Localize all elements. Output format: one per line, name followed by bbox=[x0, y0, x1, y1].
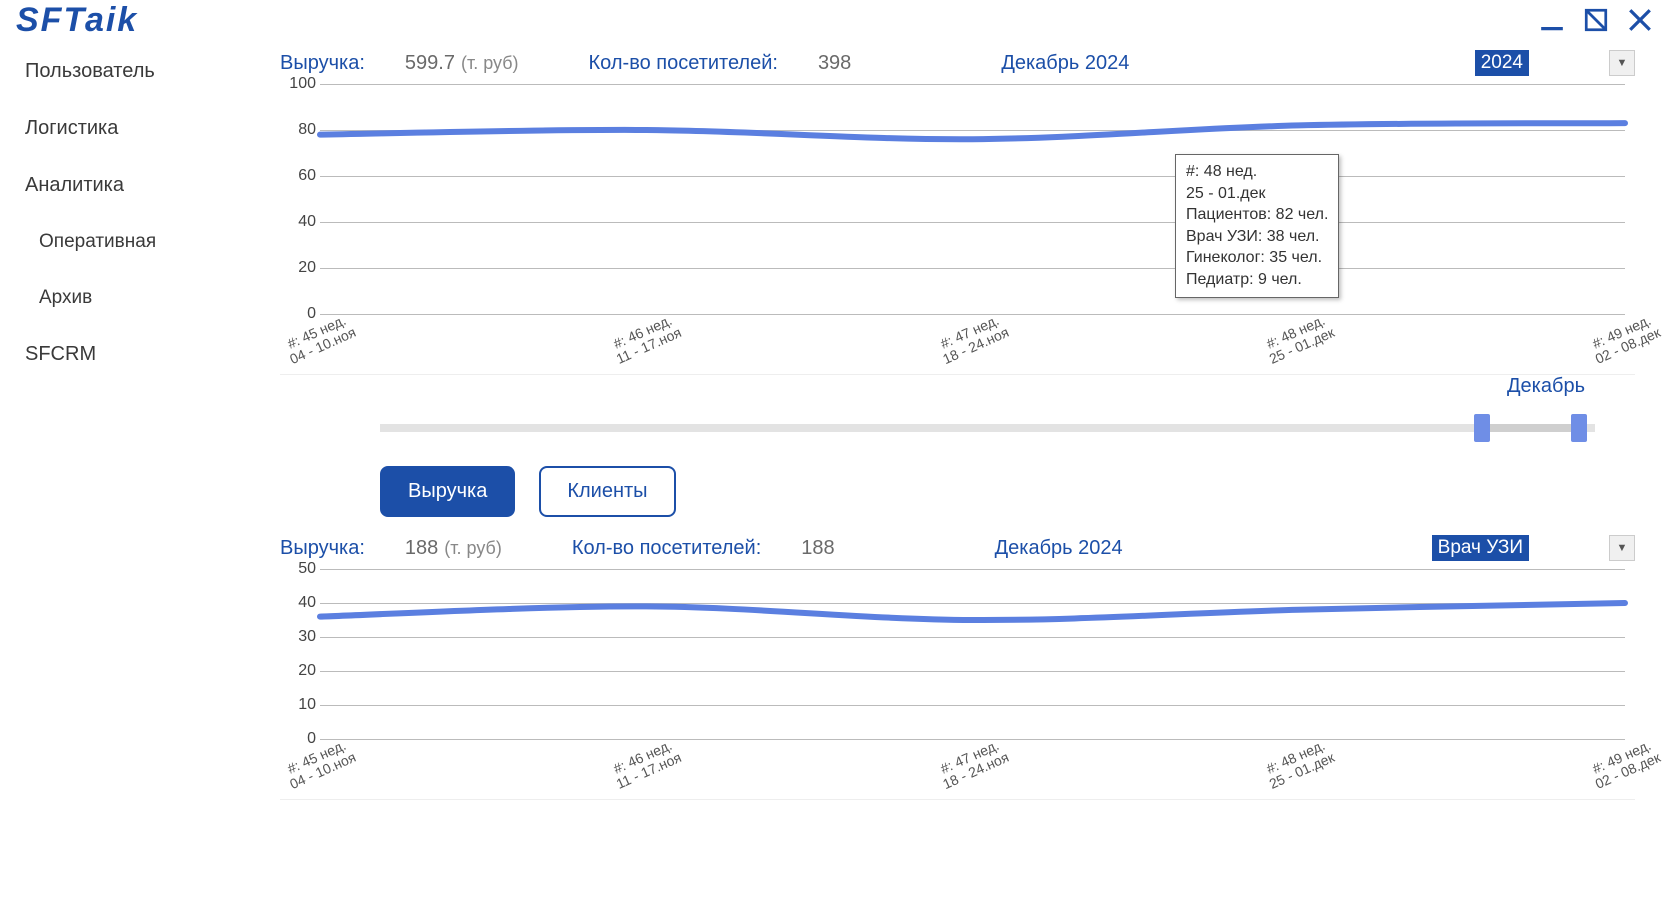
doctor-selected[interactable]: Врач УЗИ bbox=[1432, 535, 1529, 561]
tooltip-line: Педиатр: 9 чел. bbox=[1186, 269, 1328, 291]
sidebar-item-sfcrm[interactable]: SFCRM bbox=[25, 343, 250, 366]
minimize-icon[interactable] bbox=[1537, 5, 1567, 35]
chevron-down-icon[interactable]: ▼ bbox=[1609, 50, 1635, 76]
year-selected[interactable]: 2024 bbox=[1475, 50, 1529, 76]
doctor-selector: Врач УЗИ ▼ bbox=[1432, 535, 1635, 561]
slider-handle-left[interactable] bbox=[1474, 414, 1490, 442]
tooltip-line: 25 - 01.дек bbox=[1186, 183, 1328, 205]
slider-track bbox=[380, 424, 1595, 432]
revenue-label: Выручка: bbox=[280, 52, 365, 75]
slider-selection bbox=[1480, 424, 1577, 432]
stats-row-2: Выручка: 188 (т. руб) Кол-во посетителей… bbox=[280, 535, 1635, 561]
tooltip-line: #: 48 нед. bbox=[1186, 161, 1328, 183]
revenue-unit-2: (т. руб) bbox=[444, 538, 502, 559]
revenue-value-2: 188 bbox=[405, 537, 438, 560]
visitors-value-2: 188 bbox=[801, 537, 834, 560]
period-label: Декабрь 2024 bbox=[1001, 52, 1129, 75]
sidebar-item-archive[interactable]: Архив bbox=[25, 287, 250, 309]
sidebar-item-user[interactable]: Пользователь bbox=[25, 60, 250, 83]
close-icon[interactable] bbox=[1625, 5, 1655, 35]
chart-tooltip: #: 48 нед. 25 - 01.дек Пациентов: 82 чел… bbox=[1175, 154, 1339, 298]
revenue-label-2: Выручка: bbox=[280, 537, 365, 560]
year-selector: 2024 ▼ bbox=[1475, 50, 1635, 76]
revenue-unit: (т. руб) bbox=[461, 53, 519, 74]
sidebar-item-logistics[interactable]: Логистика bbox=[25, 117, 250, 140]
revenue-value: 599.7 bbox=[405, 52, 455, 75]
visitors-label-2: Кол-во посетителей: bbox=[572, 537, 761, 560]
tab-revenue[interactable]: Выручка bbox=[380, 466, 515, 517]
tooltip-line: Гинеколог: 35 чел. bbox=[1186, 247, 1328, 269]
period-label-2: Декабрь 2024 bbox=[995, 537, 1123, 560]
chevron-down-icon[interactable]: ▼ bbox=[1609, 535, 1635, 561]
app-logo: SFTaik bbox=[10, 1, 138, 40]
visitors-value: 398 bbox=[818, 52, 851, 75]
tabs: Выручка Клиенты bbox=[380, 466, 1635, 517]
tab-clients[interactable]: Клиенты bbox=[539, 466, 675, 517]
sidebar: Пользователь Логистика Аналитика Операти… bbox=[0, 40, 250, 910]
chart-1: 020406080100 #: 45 нед.04 - 10.ноя#: 46 … bbox=[280, 84, 1635, 375]
tooltip-line: Пациентов: 82 чел. bbox=[1186, 204, 1328, 226]
visitors-label: Кол-во посетителей: bbox=[589, 52, 778, 75]
month-label: Декабрь bbox=[280, 375, 1635, 398]
sidebar-item-analytics[interactable]: Аналитика bbox=[25, 174, 250, 197]
window-controls bbox=[1537, 5, 1655, 35]
stats-row-1: Выручка: 599.7 (т. руб) Кол-во посетител… bbox=[280, 50, 1635, 76]
range-slider[interactable] bbox=[380, 410, 1595, 446]
sidebar-item-operative[interactable]: Оперативная bbox=[25, 231, 250, 253]
maximize-icon[interactable] bbox=[1581, 5, 1611, 35]
slider-handle-right[interactable] bbox=[1571, 414, 1587, 442]
chart-2: 01020304050 #: 45 нед.04 - 10.ноя#: 46 н… bbox=[280, 569, 1635, 800]
tooltip-line: Врач УЗИ: 38 чел. bbox=[1186, 226, 1328, 248]
main-content: Выручка: 599.7 (т. руб) Кол-во посетител… bbox=[250, 40, 1665, 910]
titlebar: SFTaik bbox=[0, 0, 1665, 40]
